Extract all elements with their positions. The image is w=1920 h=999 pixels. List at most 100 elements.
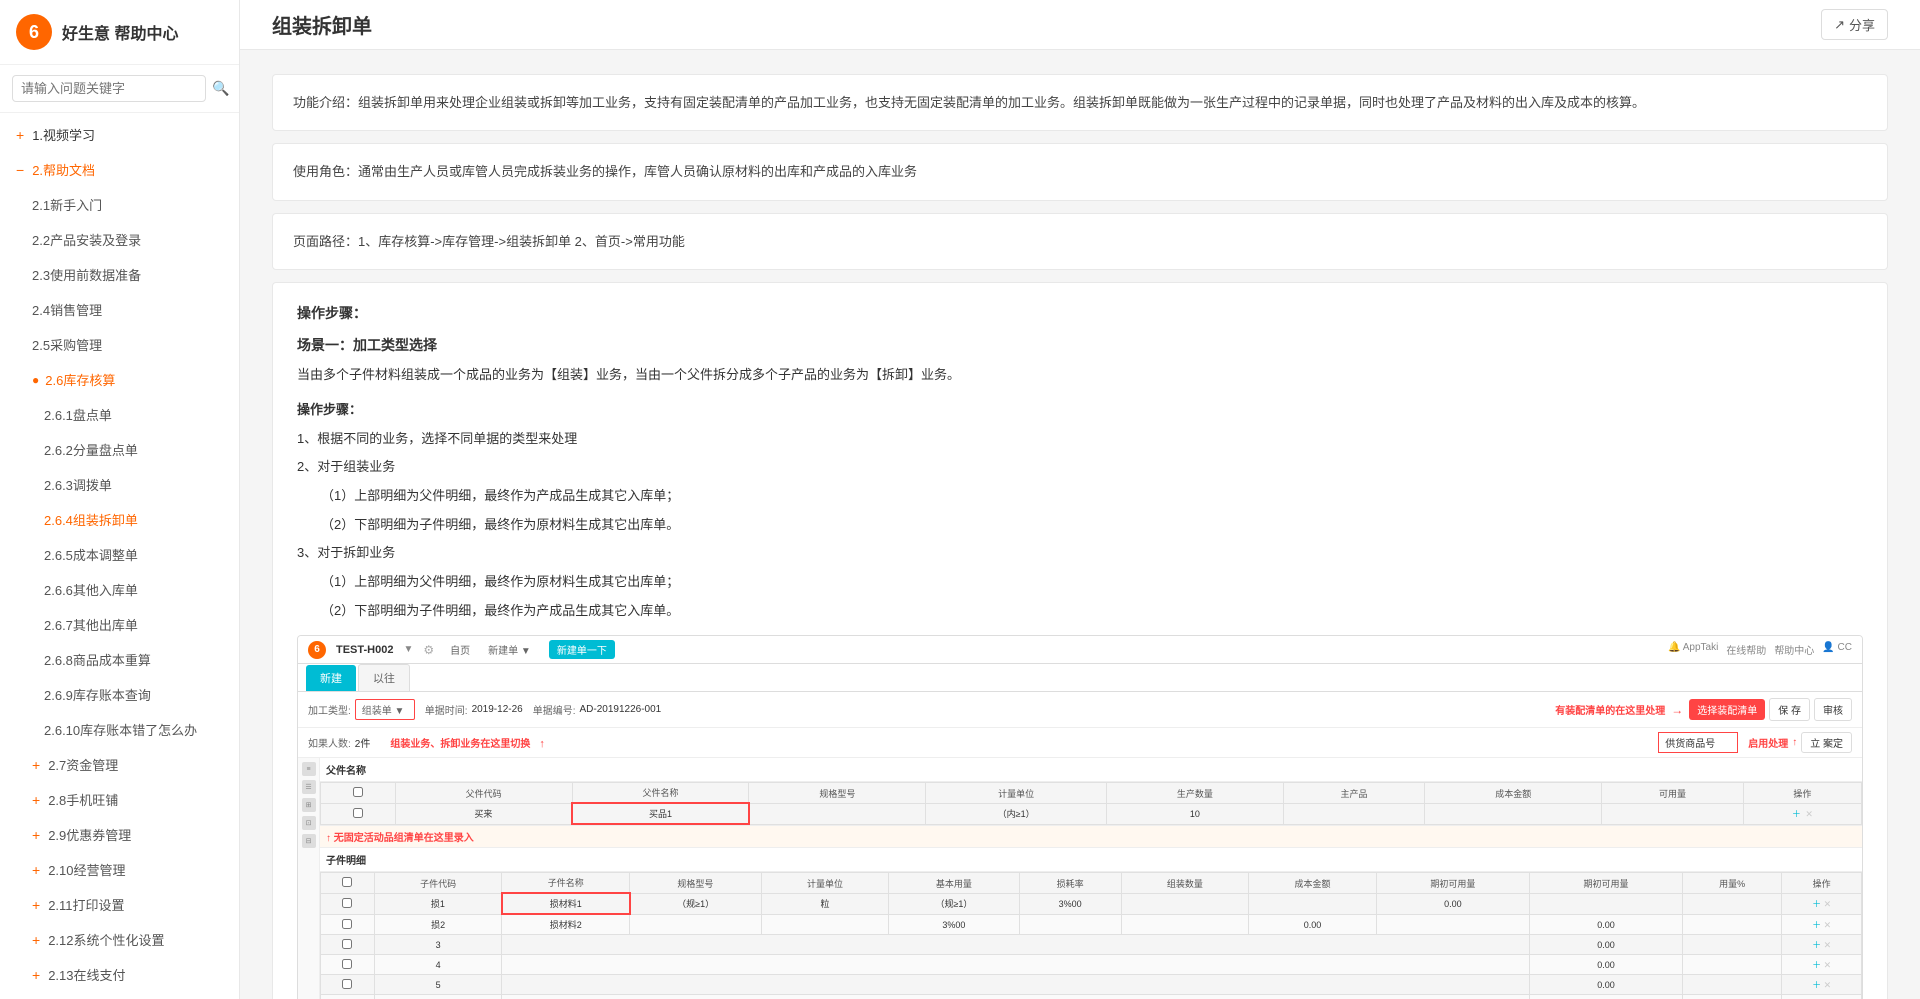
- sim-add-btn[interactable]: ＋: [1792, 809, 1801, 819]
- share-button[interactable]: ↗ 分享: [1821, 9, 1888, 40]
- sidebar-item-coupon[interactable]: + 2.9优惠券管理: [0, 817, 239, 852]
- sim-del-btn[interactable]: ✕: [1805, 809, 1813, 819]
- sidebar: 6 好生意 帮助中心 🔍 + 1.视频学习 − 2.帮助文档 2.1新手入门 2…: [0, 0, 240, 999]
- sidebar-item-docs[interactable]: − 2.帮助文档: [0, 152, 239, 187]
- sim-child-cell: [1249, 893, 1377, 914]
- op-title: 操作步骤：: [297, 303, 1863, 323]
- sidebar-item-purchase-label: 2.5采购管理: [32, 335, 102, 354]
- sidebar-item-newbie[interactable]: 2.1新手入门: [0, 187, 239, 222]
- minus-icon: −: [16, 162, 24, 178]
- sim-main-body: ≡ ☰ ⊞ ⊡ ⊟ 父件名称: [298, 758, 1862, 999]
- sim-child-col-base: 基本用量: [889, 873, 1019, 894]
- sim-cell-name: 买品1: [572, 803, 749, 824]
- sim-online: 在线帮助: [1726, 642, 1766, 657]
- sim-cell-code: 买来: [395, 803, 572, 824]
- sidebar-item-other-out[interactable]: 2.6.7其他出库单: [0, 607, 239, 642]
- sidebar-item-inventory[interactable]: ● 2.6库存核算: [0, 362, 239, 397]
- sim-strip-icon-4: ⊡: [302, 816, 316, 830]
- sim-sub-toolbar: 如果人数: 2件 组装业务、拆卸业务在这里切换 ↑ 供货商品号 启用处理 ↑: [298, 728, 1862, 758]
- sidebar-item-docs-label: 2.帮助文档: [32, 160, 95, 179]
- sim-child-del-4[interactable]: ✕: [1824, 960, 1832, 970]
- sim-col-ops: 操作: [1743, 783, 1861, 804]
- sidebar-item-faq[interactable]: + 2.14常见问题: [0, 992, 239, 999]
- sidebar-item-finance[interactable]: + 2.7资金管理: [0, 747, 239, 782]
- sim-col-qty: 生产数量: [1106, 783, 1283, 804]
- table-row: 损2 损材料2 3%00 0.00: [321, 914, 1862, 935]
- sidebar-item-install[interactable]: 2.2产品安装及登录: [0, 222, 239, 257]
- sim-child-col-loss: 损耗率: [1019, 873, 1121, 894]
- sim-child-del[interactable]: ✕: [1824, 899, 1832, 909]
- feature-intro-text: 功能介绍：组装拆卸单用来处理企业组装或拆卸等加工业务，支持有固定装配清单的产品加…: [293, 91, 1867, 114]
- sim-app-taki: 🔔 AppTaki: [1668, 642, 1718, 657]
- sim-child-del-2[interactable]: ✕: [1824, 920, 1832, 930]
- sidebar-item-system[interactable]: + 2.12系统个性化设置: [0, 922, 239, 957]
- sidebar-item-video[interactable]: + 1.视频学习: [0, 117, 239, 152]
- search-input[interactable]: [12, 75, 206, 102]
- sim-search-field[interactable]: 供货商品号: [1658, 732, 1738, 753]
- sim-annotation1-area: 有装配清单的在这里处理 → 选择装配清单 保 存 审核: [1555, 698, 1852, 721]
- sidebar-item-mobile[interactable]: + 2.8手机旺铺: [0, 782, 239, 817]
- plus-icon-8: +: [32, 967, 40, 983]
- sidebar-item-stock-error[interactable]: 2.6.10库存账本错了怎么办: [0, 712, 239, 747]
- sim-right-icons: 🔔 AppTaki 在线帮助 帮助中心 👤 CC: [1668, 642, 1852, 657]
- content-area: 功能介绍：组装拆卸单用来处理企业组装或拆卸等加工业务，支持有固定装配清单的产品加…: [240, 50, 1920, 999]
- plus-icon-6: +: [32, 897, 40, 913]
- sidebar-item-sales-label: 2.4销售管理: [32, 300, 102, 319]
- sidebar-item-stocktake[interactable]: 2.6.1盘点单: [0, 397, 239, 432]
- table-row: 买来 买品1 （内≥1） 10: [321, 803, 1862, 824]
- sim-child-del-5[interactable]: ✕: [1824, 980, 1832, 990]
- sim-dropdown-arrow: ▼: [403, 644, 413, 655]
- sidebar-item-operations[interactable]: + 2.10经营管理: [0, 852, 239, 887]
- step2-1: （1）上部明细为父件明细，最终作为产成品生成其它入库单；: [297, 484, 1863, 509]
- sim-child-del-3[interactable]: ✕: [1824, 940, 1832, 950]
- sidebar-item-partial-stocktake[interactable]: 2.6.2分量盘点单: [0, 432, 239, 467]
- sidebar-item-data-prep[interactable]: 2.3使用前数据准备: [0, 257, 239, 292]
- sidebar-item-cost-adjust[interactable]: 2.6.5成本调整单: [0, 537, 239, 572]
- sidebar-item-newbie-label: 2.1新手入门: [32, 195, 102, 214]
- sim-child-cell: （规≥1）: [630, 893, 762, 914]
- sim-child-add-5[interactable]: ＋: [1812, 980, 1821, 990]
- sim-child-cell: 损1: [374, 893, 502, 914]
- sim-col-main: 主产品: [1283, 783, 1425, 804]
- sim-child-add-3[interactable]: ＋: [1812, 940, 1821, 950]
- sim-select-list-btn[interactable]: 选择装配清单: [1689, 699, 1765, 720]
- sim-child-cell: 3%00: [1019, 893, 1121, 914]
- sidebar-item-goods-cost[interactable]: 2.6.8商品成本重算: [0, 642, 239, 677]
- sidebar-item-sales[interactable]: 2.4销售管理: [0, 292, 239, 327]
- sidebar-item-print[interactable]: + 2.11打印设置: [0, 887, 239, 922]
- sim-child-cell: [1683, 893, 1782, 914]
- sim-strip-icon-2: ☰: [302, 780, 316, 794]
- search-box: 🔍: [0, 65, 239, 113]
- sim-tab-active[interactable]: 新建: [306, 665, 356, 691]
- sim-child-add-2[interactable]: ＋: [1812, 920, 1821, 930]
- sim-cell-check: [321, 803, 396, 824]
- sim-audit-btn[interactable]: 审核: [1814, 698, 1852, 721]
- search-icon[interactable]: 🔍: [212, 80, 229, 97]
- sim-col-check: [321, 783, 396, 804]
- sim-child-add-4[interactable]: ＋: [1812, 960, 1821, 970]
- sim-annotation4-area: ↑ 无固定活动品组清单在这里录入: [320, 825, 1862, 848]
- sim-col-cost: 成本金额: [1425, 783, 1602, 804]
- path-desc-block: 页面路径：1、库存核算->库存管理->组装拆卸单 2、首页->常用功能: [272, 213, 1888, 270]
- sim-count-info: 如果人数: 2件: [308, 735, 370, 750]
- sim-child-cell: [1121, 893, 1249, 914]
- sim-confirm-btn[interactable]: 立 案定: [1801, 732, 1852, 753]
- sidebar-item-purchase[interactable]: 2.5采购管理: [0, 327, 239, 362]
- sim-select-all[interactable]: [353, 787, 363, 797]
- sidebar-item-payment[interactable]: + 2.13在线支付: [0, 957, 239, 992]
- sim-type-dropdown[interactable]: 组装单 ▼: [355, 699, 415, 720]
- sim-date-field: 单据时间: 2019-12-26: [425, 702, 523, 717]
- plus-icon-5: +: [32, 862, 40, 878]
- sidebar-item-assembly[interactable]: 2.6.4组装拆卸单: [0, 502, 239, 537]
- sim-child-col-avail1: 期初可用量: [1376, 873, 1529, 894]
- sim-child-add[interactable]: ＋: [1812, 899, 1821, 909]
- sidebar-item-stock-query[interactable]: 2.6.9库存账本查询: [0, 677, 239, 712]
- sim-child-col-code: 子件代码: [374, 873, 502, 894]
- sidebar-item-transfer[interactable]: 2.6.3调拨单: [0, 467, 239, 502]
- feature-intro-block: 功能介绍：组装拆卸单用来处理企业组装或拆卸等加工业务，支持有固定装配清单的产品加…: [272, 74, 1888, 131]
- sim-save-btn[interactable]: 保 存: [1769, 698, 1810, 721]
- sim-tab-2[interactable]: 以往: [358, 664, 410, 691]
- sidebar-item-other-in[interactable]: 2.6.6其他入库单: [0, 572, 239, 607]
- sim-form-toolbar: 加工类型: 组装单 ▼ 单据时间: 2019-12-26 单据编号: AD-20…: [298, 692, 1862, 728]
- sim-child-col-unit: 计量单位: [761, 873, 889, 894]
